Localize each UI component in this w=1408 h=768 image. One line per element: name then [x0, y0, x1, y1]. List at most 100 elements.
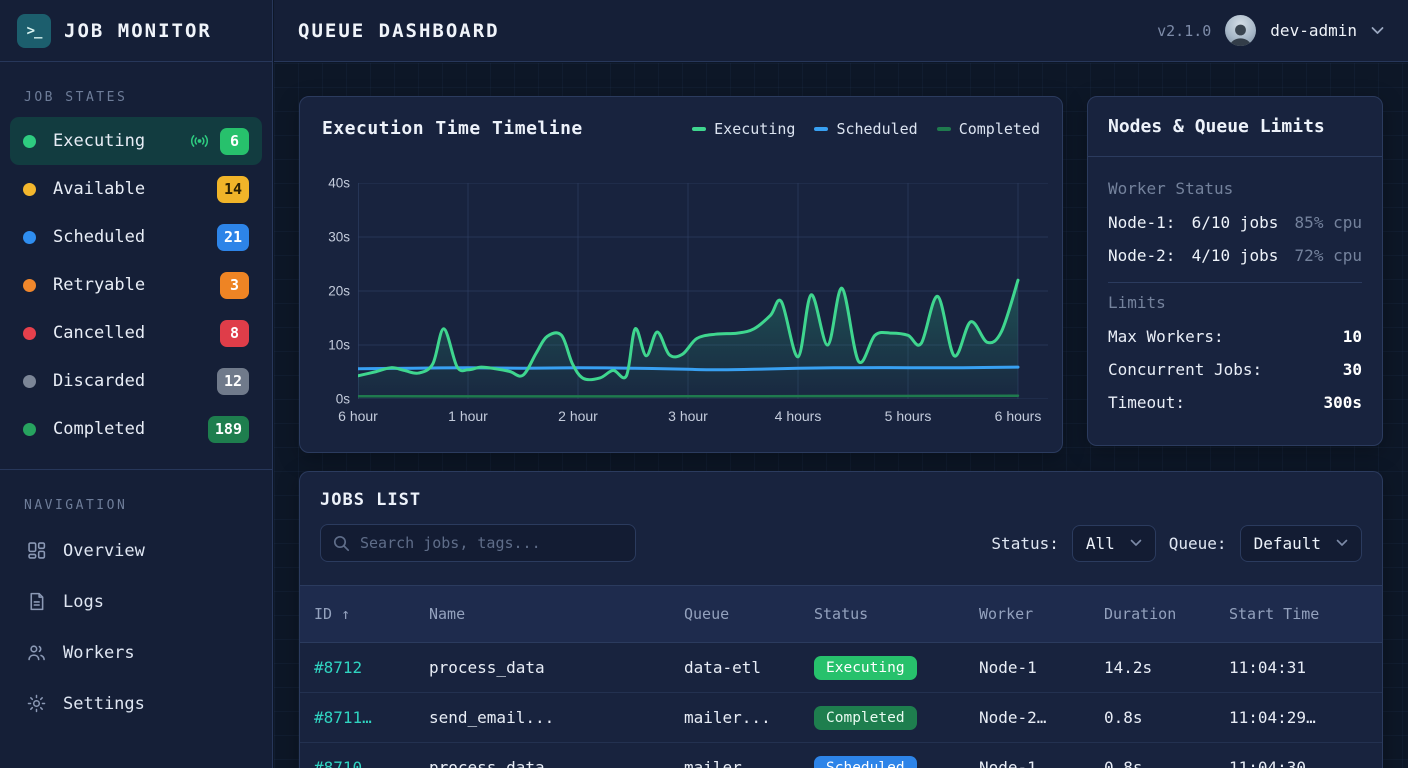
state-count-badge: 8: [220, 319, 249, 347]
avatar[interactable]: [1225, 15, 1257, 46]
version-label: v2.1.0: [1157, 21, 1212, 40]
navigation-section-label: NAVIGATION: [24, 498, 128, 513]
y-tick-label: 30s: [328, 229, 350, 245]
column-header-id[interactable]: ID ↑: [314, 605, 429, 623]
sidebar-item-available[interactable]: Available 14: [10, 165, 262, 213]
state-count-badge: 6: [220, 127, 249, 155]
limit-row: Timeout: 300s: [1108, 393, 1362, 412]
nodes-limits-card: Nodes & Queue Limits Worker Status Node-…: [1087, 96, 1383, 446]
users-icon: [25, 642, 47, 664]
document-icon: [25, 591, 47, 613]
queue-filter-value: Default: [1253, 533, 1321, 553]
job-id-link[interactable]: #8712: [314, 658, 429, 677]
y-tick-label: 10s: [328, 337, 350, 353]
main-content: Execution Time Timeline Executing Schedul…: [274, 63, 1408, 768]
job-states-list: Executing 6 Available 14 Scheduled 21 Retryabl…: [0, 117, 272, 453]
limits-list: Max Workers: 10 Concurrent Jobs: 30 Timeout:…: [1108, 327, 1362, 412]
chart-y-axis-labels: 0s 10s 20s 30s 40s: [308, 176, 350, 407]
column-header-queue: Queue: [684, 605, 730, 623]
limit-row: Max Workers: 10: [1108, 327, 1362, 346]
queue-filter-select[interactable]: Default: [1239, 524, 1362, 562]
table-row[interactable]: #8712 process_data data-etl Executing Node-1…: [300, 643, 1382, 693]
sidebar-item-cancelled[interactable]: Cancelled 8: [10, 309, 262, 357]
worker-name: Node-2:: [1108, 246, 1176, 265]
status-filter-value: All: [1085, 533, 1115, 553]
y-tick-label: 20s: [328, 283, 350, 299]
app-logo: >_ JOB MONITOR: [0, 0, 272, 62]
status-badge: Completed: [814, 705, 917, 730]
column-header-status: Status: [814, 605, 869, 623]
worker-status-row: Node-1: 6/10 jobs 85% cpu: [1108, 213, 1362, 232]
sidebar-item-scheduled[interactable]: Scheduled 21: [10, 213, 262, 261]
status-filter-select[interactable]: All: [1071, 524, 1156, 562]
x-tick-label: 2 hour: [558, 408, 598, 424]
table-row[interactable]: #8710 process_data mailer Scheduled Node-1 0.…: [300, 743, 1382, 768]
status-filter-label: Status:: [991, 533, 1059, 553]
status-badge: Scheduled: [814, 755, 917, 768]
queue-select-chevron-down-icon: [1336, 539, 1348, 547]
worker-jobs: 6/10 jobs: [1191, 213, 1279, 232]
y-tick-label: 0s: [335, 391, 350, 407]
sidebar-item-completed[interactable]: Completed 189: [10, 405, 262, 453]
sidebar-item-logs[interactable]: Logs: [0, 576, 272, 627]
gear-icon: [25, 693, 47, 715]
nav-item-label: Workers: [63, 642, 135, 663]
job-id-link[interactable]: #8711…: [314, 708, 429, 727]
chart-title: Execution Time Timeline: [322, 118, 583, 139]
job-worker: Node-1: [979, 758, 1037, 768]
column-header-name: Name: [429, 605, 466, 623]
state-count-badge: 3: [220, 271, 249, 299]
grid-icon: [25, 540, 47, 562]
legend-label: Completed: [958, 119, 1040, 138]
worker-name: Node-1:: [1108, 213, 1176, 232]
state-dot-icon: [23, 230, 36, 244]
column-header-start-time: Start Time: [1229, 605, 1320, 623]
worker-cpu: 72% cpu: [1294, 246, 1362, 265]
live-broadcast-icon: [188, 133, 211, 149]
search-icon: [333, 535, 350, 551]
sidebar-item-workers[interactable]: Workers: [0, 627, 272, 678]
search-box[interactable]: [320, 524, 636, 562]
job-name: process_data: [429, 758, 545, 768]
limit-value: 30: [1342, 360, 1362, 379]
state-label: Discarded: [53, 371, 146, 391]
app-title: JOB MONITOR: [64, 19, 212, 42]
state-count-badge: 21: [216, 223, 249, 251]
sidebar: >_ JOB MONITOR JOB STATES Executing 6 Avai…: [0, 0, 273, 768]
job-id-link[interactable]: #8710: [314, 758, 429, 768]
username-label: dev-admin: [1270, 21, 1357, 40]
table-row[interactable]: #8711… send_email... mailer... Completed Nod…: [300, 693, 1382, 743]
sidebar-item-executing[interactable]: Executing 6: [10, 117, 262, 165]
state-label: Executing: [53, 131, 146, 151]
x-tick-label: 4 hours: [774, 408, 822, 424]
column-header-duration: Duration: [1104, 605, 1177, 623]
terminal-icon: >_: [17, 13, 51, 48]
sidebar-item-overview[interactable]: Overview: [0, 525, 272, 576]
search-input[interactable]: [360, 534, 623, 552]
user-menu-chevron-down-icon[interactable]: [1371, 26, 1384, 35]
sidebar-item-retryable[interactable]: Retryable 3: [10, 261, 262, 309]
jobs-list-card: JOBS LIST Status: All Queue:: [299, 471, 1383, 768]
state-count-badge: 189: [207, 415, 249, 443]
job-queue: mailer...: [684, 708, 771, 727]
nav-item-label: Logs: [63, 591, 104, 612]
sidebar-item-discarded[interactable]: Discarded 12: [10, 357, 262, 405]
job-name: process_data: [429, 658, 545, 677]
job-queue: mailer: [684, 758, 742, 768]
nav-item-label: Settings: [63, 693, 145, 714]
legend-item-executing: Executing: [692, 120, 795, 138]
page-title: QUEUE DASHBOARD: [298, 19, 500, 42]
topbar: QUEUE DASHBOARD v2.1.0 dev-admin: [274, 0, 1408, 62]
sidebar-item-settings[interactable]: Settings: [0, 678, 272, 729]
worker-jobs: 4/10 jobs: [1191, 246, 1279, 265]
navigation-list: Overview Logs Workers Settings: [0, 525, 272, 729]
job-start-time: 11:04:31: [1229, 658, 1307, 677]
state-dot-icon: [23, 134, 36, 148]
limit-label: Concurrent Jobs:: [1108, 360, 1263, 379]
state-label: Scheduled: [53, 227, 146, 247]
state-dot-icon: [23, 422, 36, 436]
status-badge: Executing: [814, 655, 917, 680]
job-queue: data-etl: [684, 658, 762, 677]
limit-row: Concurrent Jobs: 30: [1108, 360, 1362, 379]
job-worker: Node-2…: [979, 708, 1047, 727]
